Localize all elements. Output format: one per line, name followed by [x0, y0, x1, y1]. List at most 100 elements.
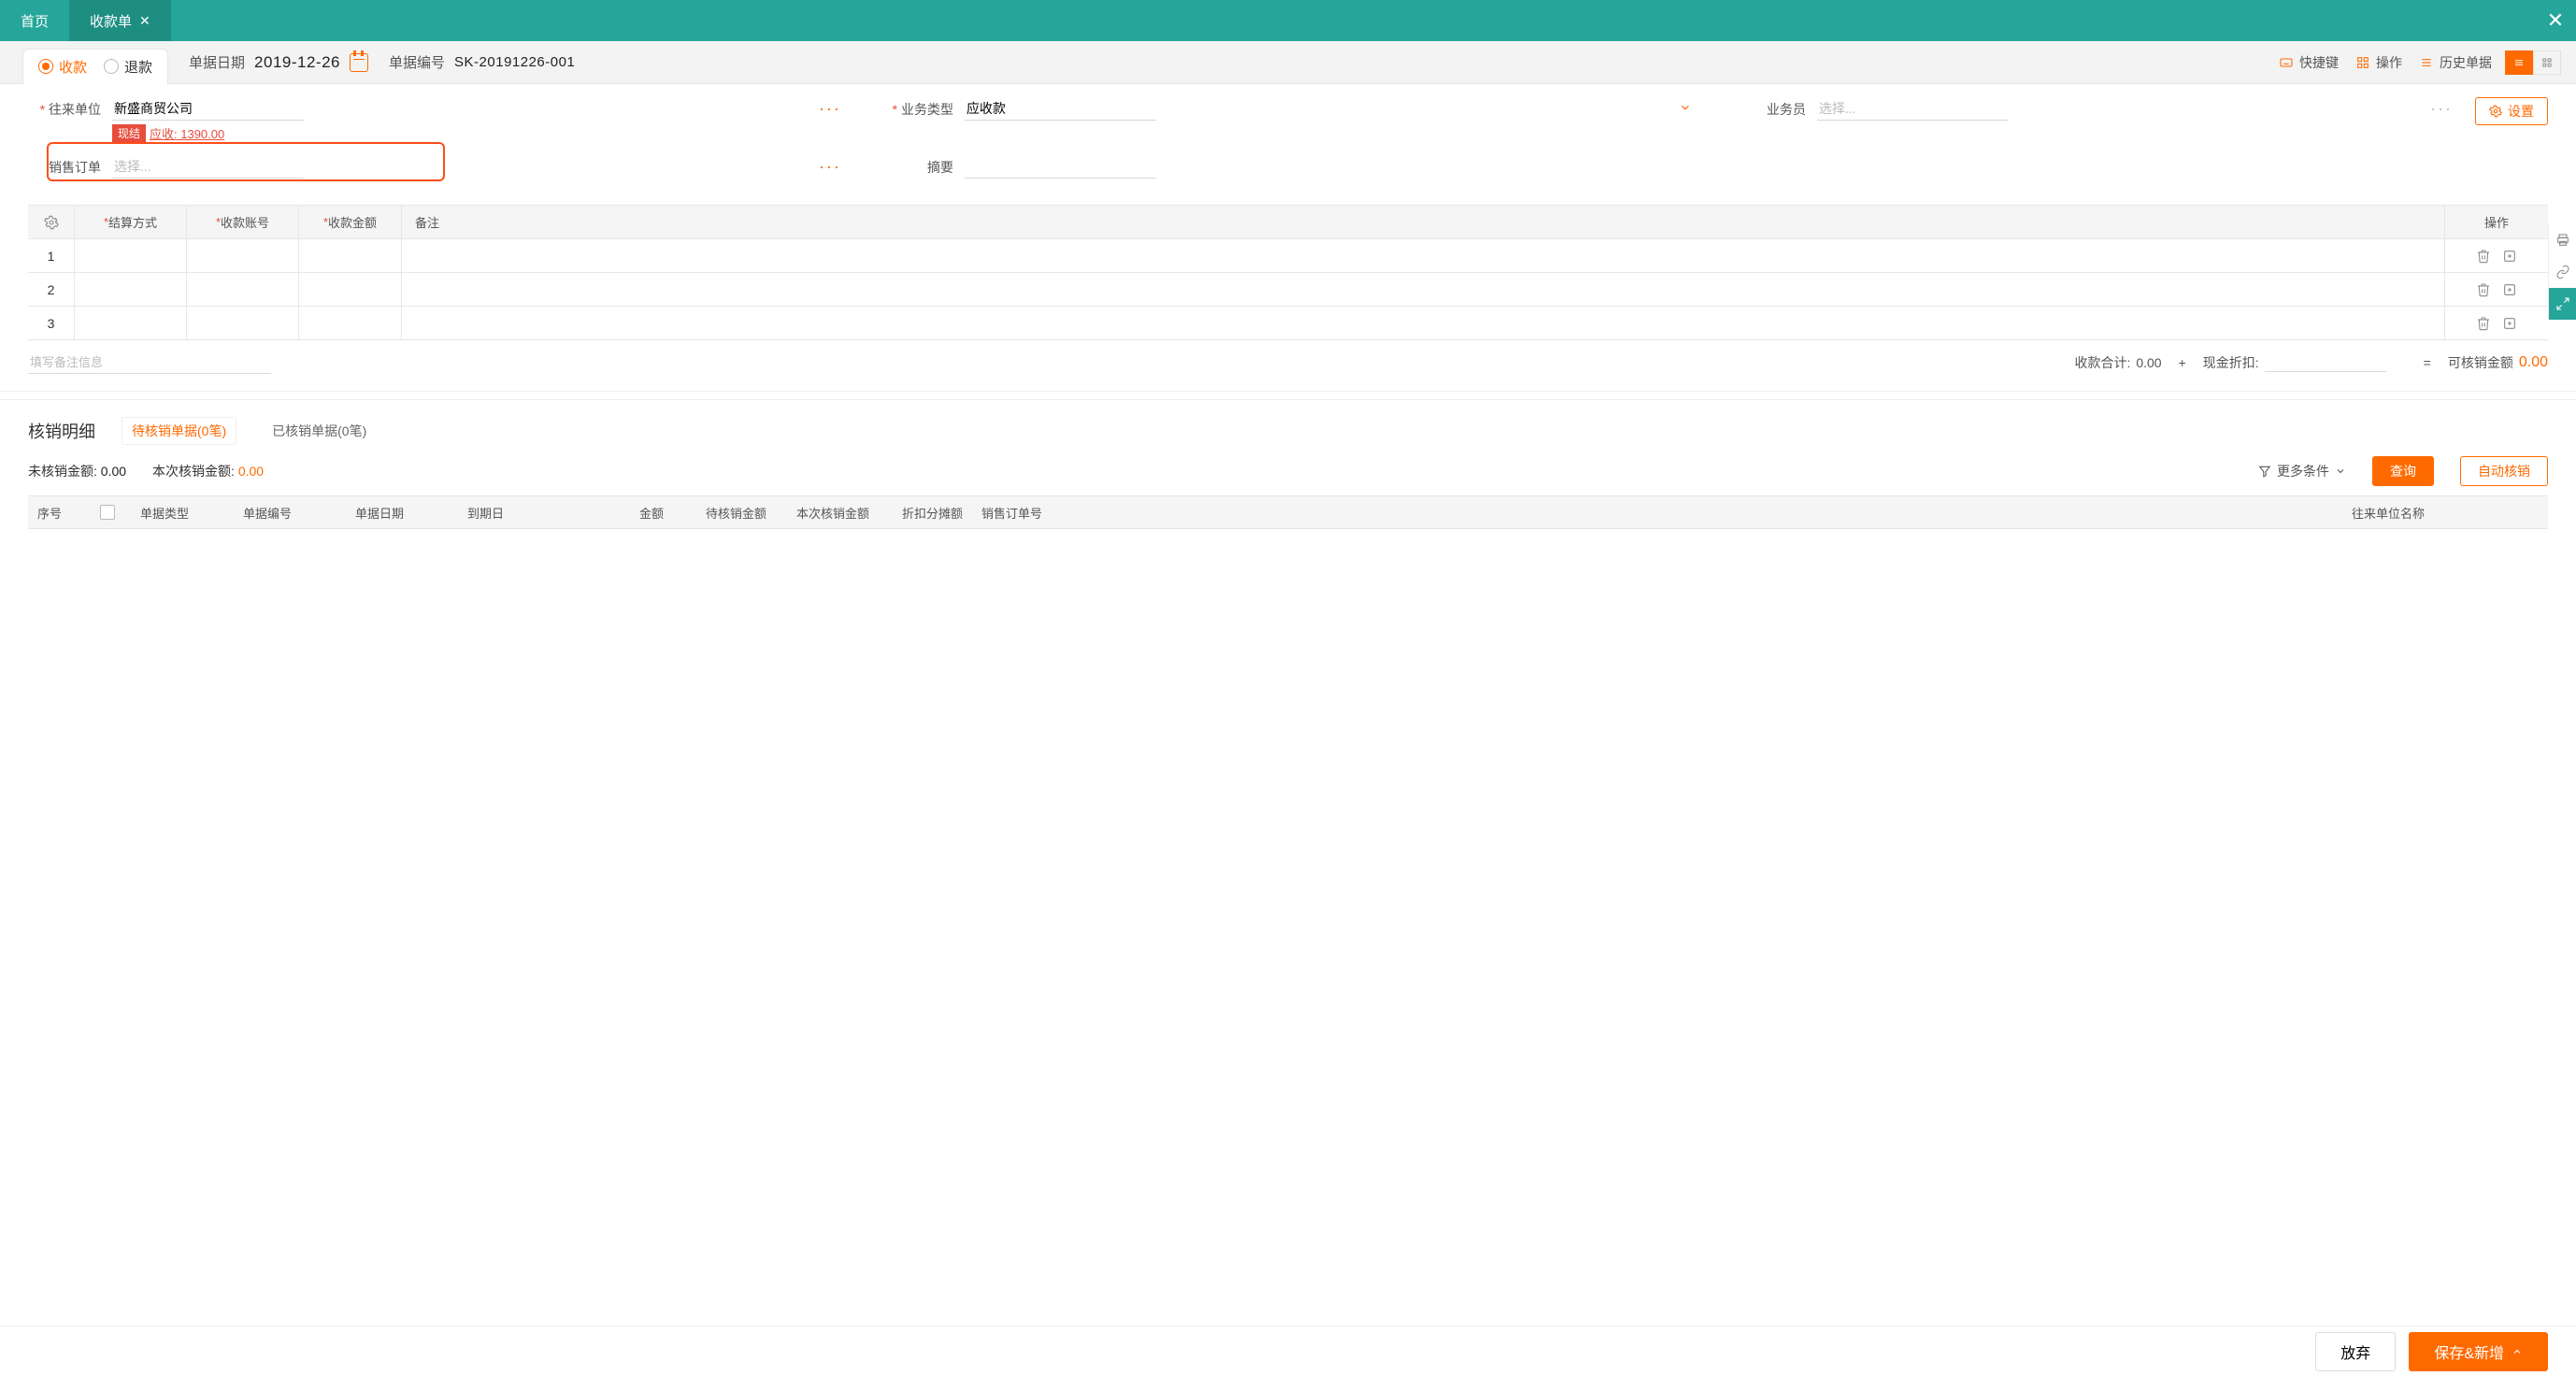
add-row-icon[interactable]: [2502, 316, 2517, 331]
filter-icon: [2258, 465, 2271, 478]
add-row-icon[interactable]: [2502, 249, 2517, 264]
col-amount: 收款金额: [299, 206, 402, 238]
trash-icon[interactable]: [2476, 282, 2491, 297]
field-bill-code: 单据编号 SK-20191226-001: [389, 52, 575, 72]
form-area: 设置 往来单位 ··· 现结 应收: 1390.00 业务类型: [0, 84, 2576, 197]
dcol-order: 销售订单号: [972, 496, 2342, 528]
order-input[interactable]: [112, 155, 304, 179]
keyboard-icon: [2279, 55, 2294, 70]
chevron-up-icon: [2512, 1346, 2523, 1357]
mode-receive-label: 收款: [59, 57, 87, 77]
salesman-input[interactable]: [1817, 97, 2009, 121]
more-icon[interactable]: ···: [2430, 99, 2453, 119]
detail-subheader: 未核销金额: 0.00 本次核销金额: 0.00 更多条件 查询 自动核销: [28, 456, 2548, 486]
notes-input[interactable]: [28, 351, 271, 374]
query-button[interactable]: 查询: [2372, 456, 2434, 486]
chevron-down-icon[interactable]: [1679, 101, 1692, 114]
total-eq: =: [2424, 355, 2431, 370]
cell-account[interactable]: [187, 273, 299, 306]
close-icon[interactable]: ✕: [139, 14, 150, 27]
cell-amount[interactable]: [299, 239, 402, 272]
operate-button[interactable]: 操作: [2355, 53, 2402, 72]
detail-tab-pending[interactable]: 待核销单据(0笔): [122, 417, 236, 445]
total-sum: 收款合计: 0.00: [2074, 353, 2161, 372]
rail-print-button[interactable]: [2548, 224, 2576, 256]
more-filter-button[interactable]: 更多条件: [2258, 462, 2346, 480]
more-icon[interactable]: ···: [819, 99, 841, 119]
mode-refund[interactable]: 退款: [104, 57, 152, 77]
this-writeoff-block: 本次核销金额: 0.00: [152, 462, 264, 480]
trash-icon[interactable]: [2476, 316, 2491, 331]
cell-settle[interactable]: [75, 307, 187, 339]
col-ops: 操作: [2445, 206, 2548, 238]
tab-receipt[interactable]: 收款单 ✕: [69, 0, 171, 41]
cell-amount[interactable]: [299, 307, 402, 339]
biztype-input[interactable]: [965, 97, 1156, 121]
rail-expand-button[interactable]: [2548, 288, 2576, 320]
field-biz-type: 业务类型: [880, 97, 1696, 121]
cell-amount[interactable]: [299, 273, 402, 306]
save-and-new-button[interactable]: 保存&新增: [2409, 1332, 2548, 1371]
dcol-due: 到期日: [458, 496, 598, 528]
tab-receipt-label: 收款单: [90, 11, 132, 31]
calendar-icon[interactable]: [350, 53, 368, 72]
grid-icon: [2355, 55, 2370, 70]
checkbox-icon[interactable]: [100, 505, 115, 520]
cell-remark[interactable]: [402, 307, 2445, 339]
tab-home[interactable]: 首页: [0, 0, 69, 41]
cell-settle[interactable]: [75, 239, 187, 272]
rail-link-button[interactable]: [2548, 256, 2576, 288]
grid-gear-cell[interactable]: [28, 206, 75, 238]
mode-refund-label: 退款: [124, 57, 152, 77]
tag-cash-settle: 现结: [112, 124, 146, 142]
dcol-checkbox[interactable]: [84, 496, 131, 528]
view-list-button[interactable]: [2505, 50, 2533, 75]
cell-ops: [2445, 239, 2548, 272]
cell-ops: [2445, 307, 2548, 339]
party-input[interactable]: [112, 97, 304, 121]
mode-receive[interactable]: 收款: [38, 57, 87, 77]
cell-account[interactable]: [187, 307, 299, 339]
row-index: 2: [28, 273, 75, 306]
view-toggle: [2505, 50, 2561, 75]
dcol-party: 往来单位名称: [2342, 496, 2548, 528]
right-rail: [2548, 224, 2576, 320]
lines-icon: [2512, 56, 2526, 69]
chevron-down-icon: [2335, 466, 2346, 477]
grid-row[interactable]: 3: [28, 307, 2548, 340]
view-card-button[interactable]: [2533, 50, 2561, 75]
dcol-seq: 序号: [28, 496, 84, 528]
unsettled-value: 0.00: [101, 464, 126, 479]
cell-account[interactable]: [187, 239, 299, 272]
bill-code-value: SK-20191226-001: [454, 54, 575, 70]
auto-writeoff-button[interactable]: 自动核销: [2460, 456, 2548, 486]
sub-header: 收款 退款 单据日期 2019-12-26 单据编号 SK-20191226-0…: [0, 41, 2576, 84]
add-row-icon[interactable]: [2502, 282, 2517, 297]
sum-label: 收款合计:: [2074, 353, 2130, 372]
discard-button[interactable]: 放弃: [2315, 1332, 2396, 1371]
detail-tab-done[interactable]: 已核销单据(0笔): [263, 418, 376, 444]
field-sales-order: 销售订单 ···: [28, 155, 843, 179]
summary-input[interactable]: [965, 155, 1156, 179]
grid-header: 结算方式 收款账号 收款金额 备注 操作: [28, 206, 2548, 239]
salesman-label: 业务员: [1733, 100, 1806, 119]
bill-date-label: 单据日期: [189, 52, 245, 72]
grid-row[interactable]: 1: [28, 239, 2548, 273]
cell-remark[interactable]: [402, 239, 2445, 272]
bill-date-value[interactable]: 2019-12-26: [254, 53, 340, 72]
settings-button[interactable]: 设置: [2475, 97, 2548, 125]
grid-row[interactable]: 2: [28, 273, 2548, 307]
cell-ops: [2445, 273, 2548, 306]
expand-icon: [2555, 296, 2570, 311]
radio-unchecked-icon: [104, 59, 119, 74]
tabs-close-button[interactable]: ✕: [2535, 0, 2576, 41]
history-button[interactable]: 历史单据: [2419, 53, 2492, 72]
discount-input[interactable]: [2265, 353, 2386, 372]
dcol-date: 单据日期: [346, 496, 458, 528]
cell-remark[interactable]: [402, 273, 2445, 306]
link-receivable[interactable]: 应收: 1390.00: [150, 124, 224, 142]
trash-icon[interactable]: [2476, 249, 2491, 264]
shortcut-button[interactable]: 快捷键: [2279, 53, 2339, 72]
more-icon[interactable]: ···: [819, 157, 841, 177]
cell-settle[interactable]: [75, 273, 187, 306]
